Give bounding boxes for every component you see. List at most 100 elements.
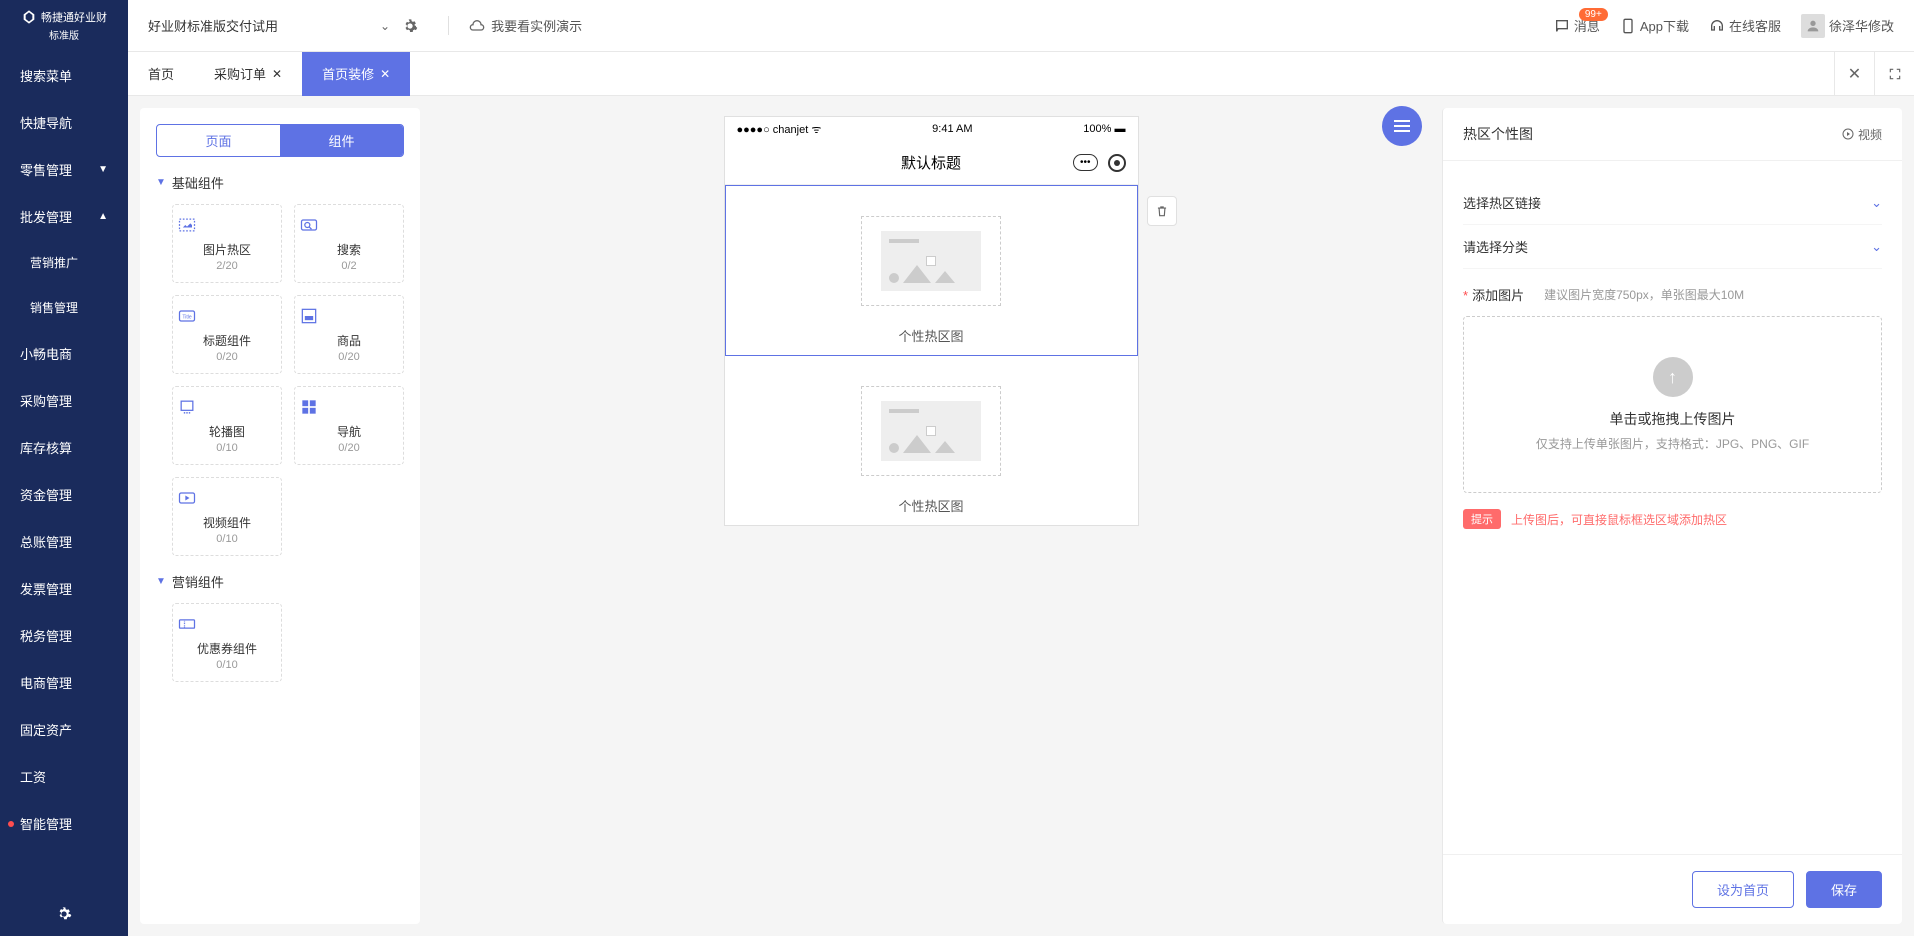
component-count: 0/20	[299, 442, 399, 454]
upload-zone[interactable]: ↑ 单击或拖拽上传图片 仅支持上传单张图片，支持格式：JPG、PNG、GIF	[1463, 316, 1882, 493]
component-card-nav[interactable]: 导航0/20	[294, 386, 404, 465]
headset-icon	[1709, 18, 1725, 34]
sidebar-item-8[interactable]: 库存核算	[0, 424, 128, 471]
battery-text: 100% ▬	[1083, 123, 1125, 135]
brand-text: 畅捷通好业财	[41, 9, 107, 25]
svg-text:Title: Title	[182, 315, 191, 321]
props-header: 热区个性图 视频	[1443, 108, 1902, 161]
sidebar-label: 库存核算	[20, 438, 72, 457]
sidebar-item-3[interactable]: 批发管理▲	[0, 193, 128, 240]
tabs-close-button[interactable]: ✕	[1834, 52, 1874, 96]
nav-icon	[299, 397, 399, 417]
sidebar-item-13[interactable]: 电商管理	[0, 659, 128, 706]
phone-preview: ●●●●○ chanjet ᯤ 9:41 AM 100% ▬ 默认标题 ••• …	[724, 116, 1139, 526]
demo-link[interactable]: 我要看实例演示	[448, 16, 582, 35]
sidebar-item-6[interactable]: 小畅电商	[0, 330, 128, 377]
sidebar-item-9[interactable]: 资金管理	[0, 471, 128, 518]
sidebar-item-14[interactable]: 固定资产	[0, 706, 128, 753]
sidebar-item-11[interactable]: 发票管理	[0, 565, 128, 612]
sidebar-label: 电商管理	[20, 673, 72, 692]
sidebar-label: 发票管理	[20, 579, 72, 598]
sidebar-item-16[interactable]: 智能管理	[0, 800, 128, 847]
panel-tab-page[interactable]: 页面	[157, 125, 280, 156]
search-icon	[299, 215, 399, 235]
save-button[interactable]: 保存	[1806, 871, 1882, 908]
sidebar-label: 采购管理	[20, 391, 72, 410]
image-section: *添加图片 建议图片宽度750px，单张图最大10M ↑ 单击或拖拽上传图片 仅…	[1463, 285, 1882, 529]
sidebar-item-5[interactable]: 销售管理	[0, 285, 128, 330]
component-card-carousel[interactable]: 轮播图0/10	[172, 386, 282, 465]
canvas-block-1[interactable]: 个性热区图	[725, 356, 1138, 525]
close-icon[interactable]: ✕	[272, 67, 282, 81]
sidebar-item-0[interactable]: 搜索菜单	[0, 52, 128, 99]
user-menu[interactable]: 徐泽华修改	[1801, 14, 1894, 38]
sidebar-item-15[interactable]: 工资	[0, 753, 128, 800]
component-card-image[interactable]: 图片热区2/20	[172, 204, 282, 283]
hotzone-link-select[interactable]: 选择热区链接 ⌄	[1463, 181, 1882, 225]
close-icon[interactable]: ✕	[380, 67, 390, 81]
play-icon	[1842, 128, 1854, 140]
expand-icon: ▼	[98, 164, 108, 175]
component-card-search[interactable]: 搜索0/2	[294, 204, 404, 283]
app-label: App下载	[1640, 16, 1689, 35]
sidebar-item-1[interactable]: 快捷导航	[0, 99, 128, 146]
carrier-text: ●●●●○ chanjet ᯤ	[737, 122, 822, 137]
canvas-block-0[interactable]: 个性热区图	[725, 185, 1138, 356]
component-card-title[interactable]: Title 标题组件 0/20	[172, 295, 282, 374]
settings-icon[interactable]	[402, 18, 418, 34]
sidebar-item-4[interactable]: 营销推广	[0, 240, 128, 285]
menu-fab-button[interactable]	[1382, 106, 1422, 146]
panel-tabs: 页面 组件	[156, 124, 404, 157]
more-icon: •••	[1073, 154, 1098, 171]
app-download-button[interactable]: App下载	[1620, 16, 1689, 35]
component-count: 0/20	[177, 351, 277, 363]
sidebar-label: 总账管理	[20, 532, 72, 551]
image-placeholder	[861, 386, 1001, 476]
delete-block-button[interactable]	[1147, 196, 1177, 226]
component-group-1: ▼营销组件优惠券组件0/10	[156, 572, 404, 682]
tabs-fullscreen-button[interactable]	[1874, 52, 1914, 96]
panel-tab-component[interactable]: 组件	[280, 125, 403, 156]
sidebar-label: 固定资产	[20, 720, 72, 739]
image-hint: 建议图片宽度750px，单张图最大10M	[1544, 286, 1744, 303]
tab-label: 首页	[148, 64, 174, 83]
upload-hint: 仅支持上传单张图片，支持格式：JPG、PNG、GIF	[1484, 435, 1861, 452]
category-label: 请选择分类	[1463, 237, 1528, 256]
main-content: 页面 组件 ▼基础组件图片热区2/20搜索0/2Title标题组件0/20商品0…	[128, 96, 1914, 936]
component-card-product[interactable]: 商品0/20	[294, 295, 404, 374]
tab-0[interactable]: 首页	[128, 52, 194, 96]
plan-name: 好业财标准版交付试用	[148, 16, 278, 35]
support-button[interactable]: 在线客服	[1709, 16, 1781, 35]
category-select[interactable]: 请选择分类 ⌄	[1463, 225, 1882, 269]
logo: 畅捷通好业财 标准版	[0, 0, 128, 52]
component-group-0: ▼基础组件图片热区2/20搜索0/2Title标题组件0/20商品0/20轮播图…	[156, 173, 404, 556]
group-header[interactable]: ▼基础组件	[156, 173, 404, 192]
component-card-video[interactable]: 视频组件0/10	[172, 477, 282, 556]
component-name: 标题组件	[177, 332, 277, 349]
component-count: 0/20	[299, 351, 399, 363]
props-footer: 设为首页 保存	[1443, 854, 1902, 924]
set-home-button[interactable]: 设为首页	[1692, 871, 1794, 908]
sidebar-item-12[interactable]: 税务管理	[0, 612, 128, 659]
video-tutorial-link[interactable]: 视频	[1842, 126, 1882, 143]
link-label: 选择热区链接	[1463, 193, 1541, 212]
sidebar-settings-button[interactable]	[0, 892, 128, 936]
add-image-label: *添加图片	[1463, 285, 1524, 304]
sidebar-item-2[interactable]: 零售管理▼	[0, 146, 128, 193]
sidebar-item-10[interactable]: 总账管理	[0, 518, 128, 565]
props-title: 热区个性图	[1463, 124, 1533, 144]
chevron-down-icon: ⌄	[1871, 195, 1882, 211]
messages-button[interactable]: 消息 99+	[1554, 16, 1600, 35]
tab-2[interactable]: 首页装修✕	[302, 52, 410, 96]
tip-text: 上传图后，可直接鼠标框选区域添加热区	[1511, 511, 1727, 528]
component-count: 2/20	[177, 260, 277, 272]
sidebar-item-7[interactable]: 采购管理	[0, 377, 128, 424]
plan-selector[interactable]: 好业财标准版交付试用 ⌄	[148, 16, 390, 35]
target-icon	[1108, 154, 1126, 172]
group-header[interactable]: ▼营销组件	[156, 572, 404, 591]
page-title: 默认标题	[901, 152, 961, 173]
props-body: 选择热区链接 ⌄ 请选择分类 ⌄ *添加图片 建议图片宽度750px，单张图最大…	[1443, 161, 1902, 854]
component-card-coupon[interactable]: 优惠券组件0/10	[172, 603, 282, 682]
logo-icon	[21, 9, 37, 25]
tab-1[interactable]: 采购订单✕	[194, 52, 302, 96]
